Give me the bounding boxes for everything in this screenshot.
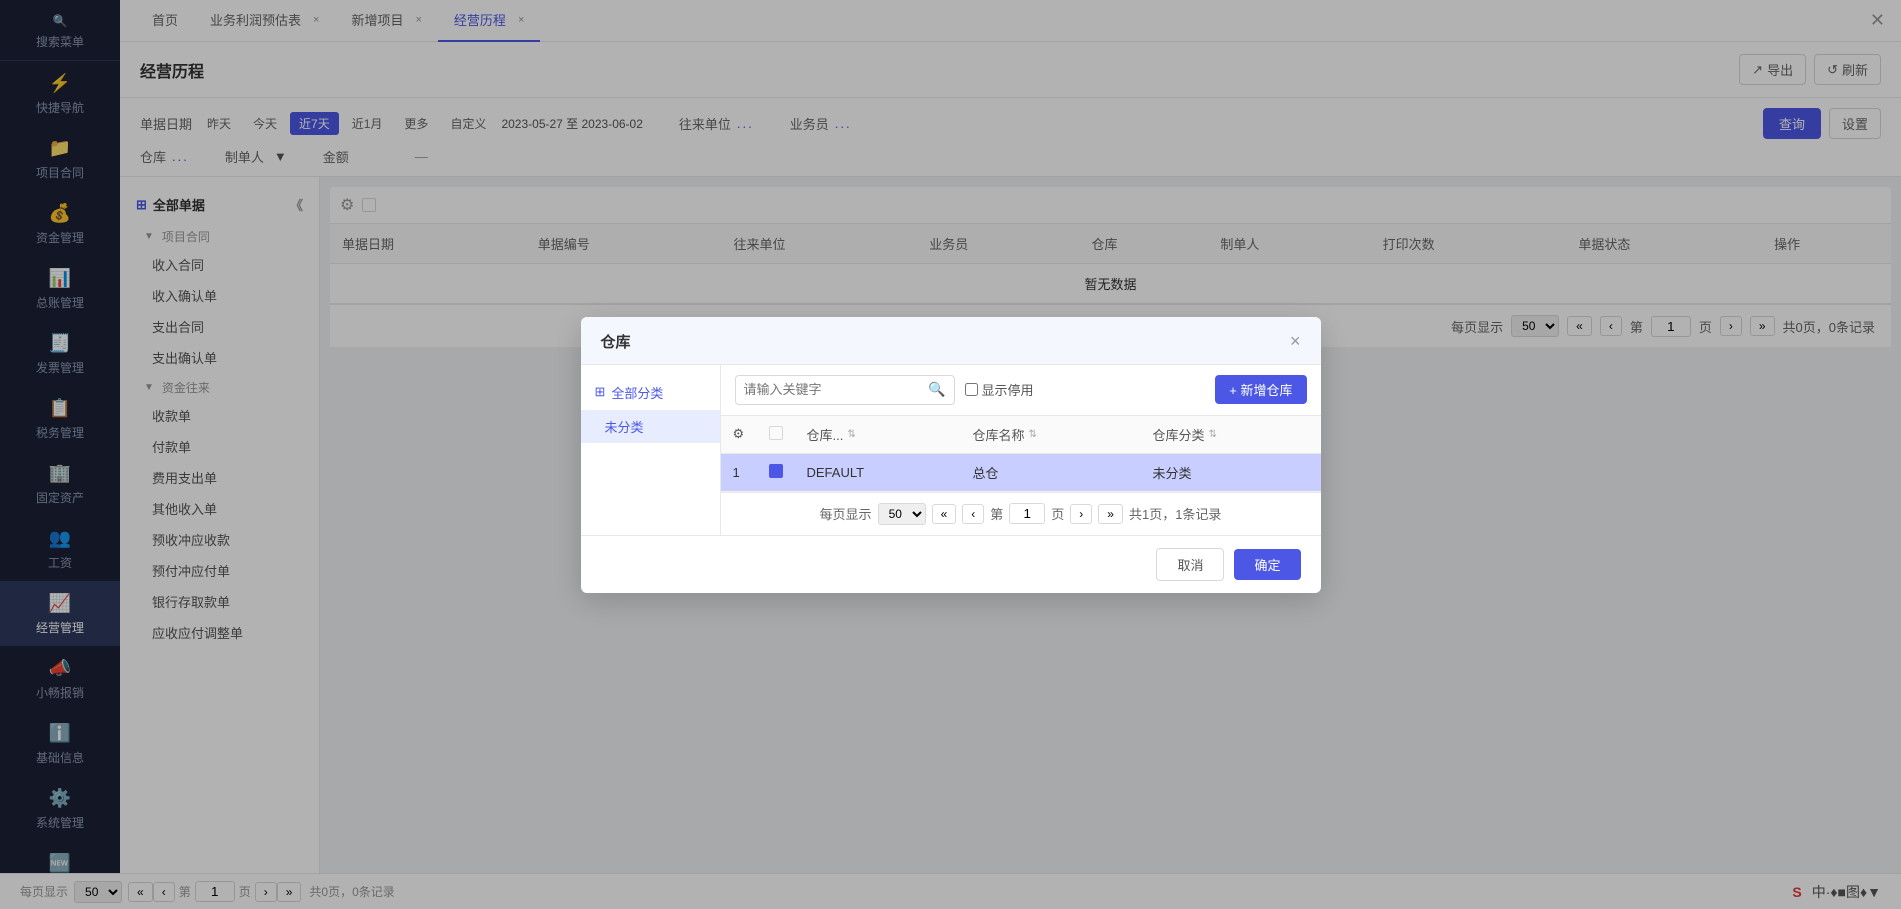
modal-right: 🔍 显示停用 + 新增仓库 ⚙ (721, 365, 1321, 535)
modal-search-input[interactable] (736, 382, 921, 397)
modal-per-page-label: 每页显示 (820, 504, 872, 523)
modal-row-name: 总仓 (961, 453, 1141, 491)
modal-table: ⚙ 仓库... ⇅ (721, 416, 1321, 492)
modal-tree-unclassified[interactable]: 未分类 (581, 410, 720, 443)
modal-col-name: 仓库名称 ⇅ (961, 416, 1141, 454)
modal-col-checkbox (757, 416, 795, 454)
modal-body: ⊞ 全部分类 未分类 🔍 显示停用 + 新增仓库 (581, 365, 1321, 535)
warehouse-modal: 仓库 × ⊞ 全部分类 未分类 🔍 (581, 317, 1321, 593)
show-disabled-label[interactable]: 显示停用 (965, 380, 1034, 399)
modal-close-button[interactable]: × (1290, 332, 1301, 350)
modal-settings-icon[interactable]: ⚙ (733, 426, 745, 441)
modal-col-code: 仓库... ⇅ (795, 416, 961, 454)
modal-footer: 取消 确定 (581, 535, 1321, 593)
sort-icon-code: ⇅ (847, 429, 855, 440)
modal-next-btn[interactable]: › (1070, 504, 1092, 524)
modal-page-size-select[interactable]: 50 (878, 503, 926, 525)
modal-search-icon[interactable]: 🔍 (920, 381, 953, 398)
modal-toolbar: 🔍 显示停用 + 新增仓库 (721, 365, 1321, 416)
add-warehouse-button[interactable]: + 新增仓库 (1215, 375, 1306, 404)
sort-icon-name: ⇅ (1029, 429, 1037, 440)
modal-tree-all[interactable]: ⊞ 全部分类 (581, 375, 720, 410)
show-disabled-checkbox[interactable] (965, 383, 978, 396)
modal-last-btn[interactable]: » (1098, 504, 1123, 524)
modal-cancel-button[interactable]: 取消 (1156, 548, 1224, 581)
sort-icon-cat: ⇅ (1209, 429, 1217, 440)
modal-page-end-label: 页 (1051, 504, 1064, 523)
modal-table-wrap: ⚙ 仓库... ⇅ (721, 416, 1321, 492)
modal-page-input[interactable] (1009, 503, 1045, 524)
modal-page-label: 第 (990, 504, 1003, 523)
modal-col-category: 仓库分类 ⇅ (1141, 416, 1321, 454)
modal-tree: ⊞ 全部分类 未分类 (581, 365, 721, 535)
modal-pagination: 每页显示 50 « ‹ 第 页 › » 共1页，1条记录 (721, 492, 1321, 535)
modal-row-checkbox[interactable] (769, 464, 783, 478)
modal-total-info: 共1页，1条记录 (1129, 504, 1221, 523)
modal-select-all[interactable] (769, 426, 783, 440)
grid-icon-modal: ⊞ (595, 384, 606, 400)
modal-confirm-button[interactable]: 确定 (1234, 549, 1300, 580)
modal-prev-btn[interactable]: ‹ (962, 504, 984, 524)
modal-title: 仓库 (601, 331, 631, 352)
modal-row-code: DEFAULT (795, 453, 961, 491)
modal-header: 仓库 × (581, 317, 1321, 365)
modal-overlay: 仓库 × ⊞ 全部分类 未分类 🔍 (0, 0, 1901, 909)
modal-row-category: 未分类 (1141, 453, 1321, 491)
table-row[interactable]: 1 DEFAULT 总仓 未分类 (721, 453, 1321, 491)
modal-first-btn[interactable]: « (932, 504, 957, 524)
modal-row-num: 1 (721, 453, 757, 491)
modal-search-box: 🔍 (735, 375, 955, 405)
modal-row-check (757, 453, 795, 491)
modal-col-settings: ⚙ (721, 416, 757, 454)
